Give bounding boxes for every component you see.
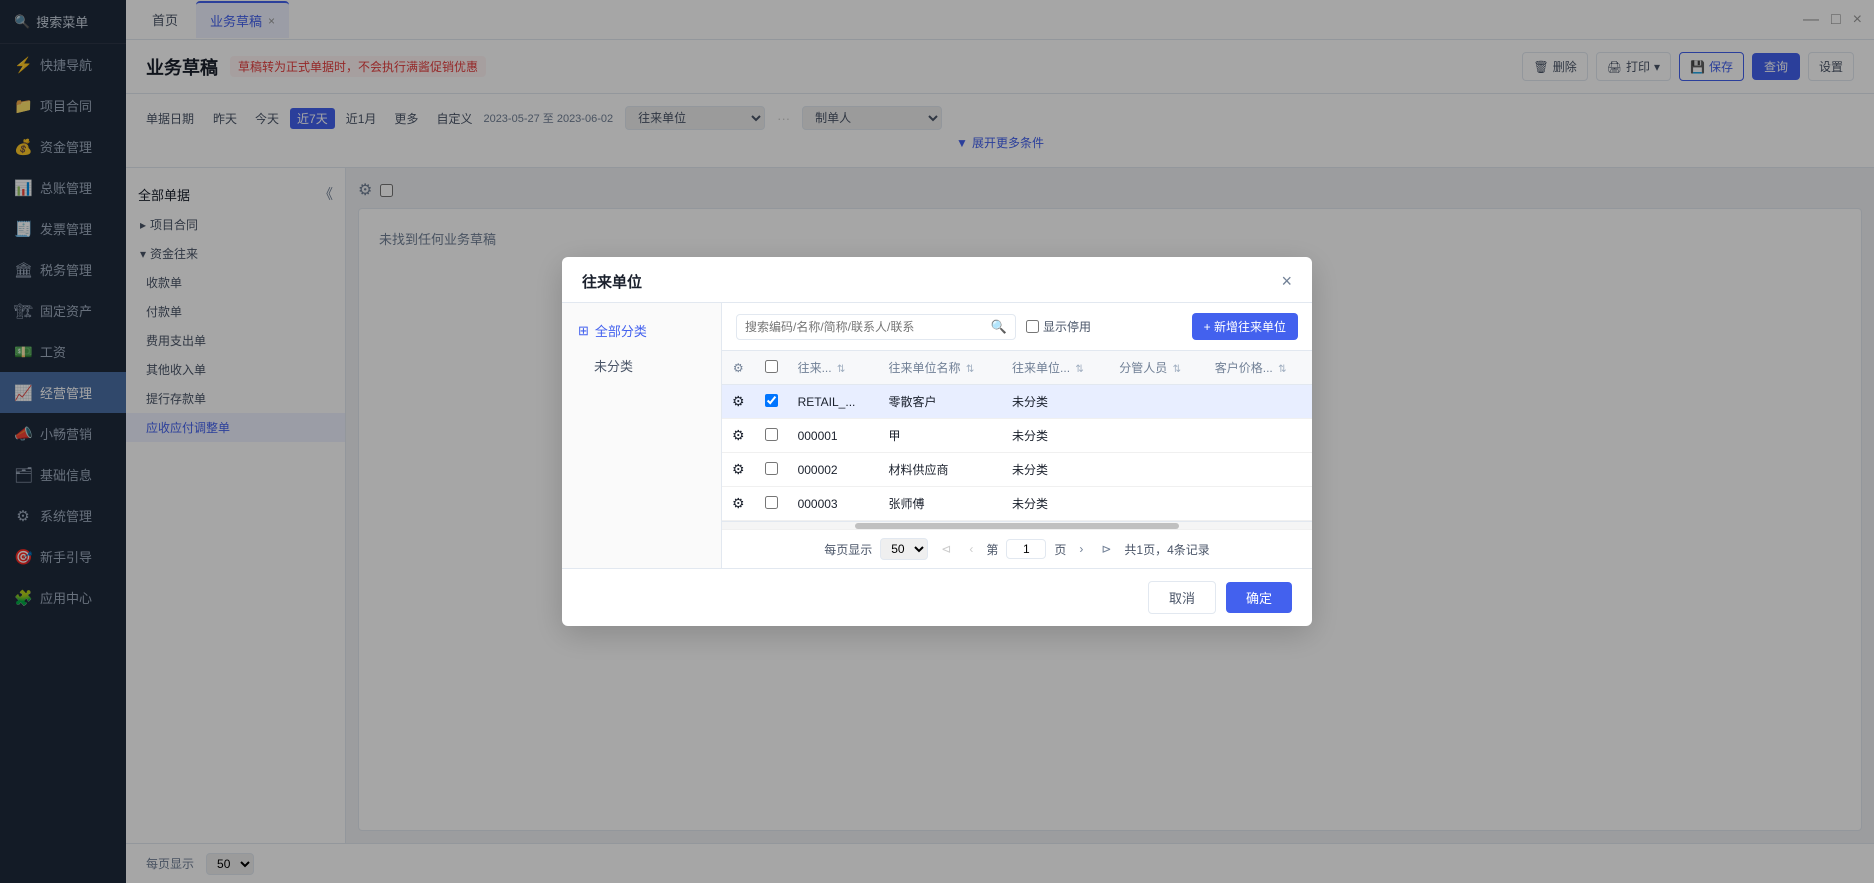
page-suffix: 页 xyxy=(1054,541,1066,558)
page-label: 第 xyxy=(986,541,998,558)
sort-icon-code: ⇅ xyxy=(837,364,845,375)
dialog-nav-uncategorized[interactable]: 未分类 xyxy=(562,348,721,383)
row-name: 张师傅 xyxy=(878,487,1002,521)
sort-icon-category: ⇅ xyxy=(1075,364,1083,375)
dialog-table-row[interactable]: ⚙ 000001 甲 未分类 xyxy=(722,419,1312,453)
cancel-button[interactable]: 取消 xyxy=(1148,581,1216,614)
row-category: 未分类 xyxy=(1002,453,1109,487)
row-code: RETAIL_... xyxy=(788,385,879,419)
dialog-search-input[interactable] xyxy=(745,320,985,334)
row-code: 000003 xyxy=(788,487,879,521)
row-name: 材料供应商 xyxy=(878,453,1002,487)
row-manager xyxy=(1109,385,1205,419)
col-header-category[interactable]: 往来单位... ⇅ xyxy=(1002,351,1109,385)
dialog-table: ⚙ 往来... ⇅ 往来单位名称 ⇅ xyxy=(722,351,1312,521)
confirm-button[interactable]: 确定 xyxy=(1226,582,1292,613)
dialog-search-box[interactable]: 🔍 xyxy=(736,314,1016,340)
col-header-manager[interactable]: 分管人员 ⇅ xyxy=(1109,351,1205,385)
search-icon: 🔍 xyxy=(991,319,1007,335)
col-header-price[interactable]: 客户价格... ⇅ xyxy=(1205,351,1312,385)
row-checkbox-cell[interactable] xyxy=(755,487,788,521)
dialog-scrollbar[interactable] xyxy=(722,521,1312,529)
col-header-check[interactable] xyxy=(755,351,788,385)
row-manager xyxy=(1109,419,1205,453)
dialog-footer: 取消 确定 xyxy=(562,568,1312,626)
dialog-header: 往来单位 × xyxy=(562,257,1312,303)
row-settings-icon: ⚙ xyxy=(722,487,755,521)
row-price xyxy=(1205,453,1312,487)
row-category: 未分类 xyxy=(1002,419,1109,453)
row-checkbox-cell[interactable] xyxy=(755,419,788,453)
row-category: 未分类 xyxy=(1002,385,1109,419)
row-checkbox[interactable] xyxy=(765,496,778,509)
row-checkbox-cell[interactable] xyxy=(755,385,788,419)
dialog-table-row[interactable]: ⚙ 000002 材料供应商 未分类 xyxy=(722,453,1312,487)
scrollbar-thumb xyxy=(855,523,1180,529)
select-all-dialog-checkbox[interactable] xyxy=(765,360,778,373)
col-header-name[interactable]: 往来单位名称 ⇅ xyxy=(878,351,1002,385)
row-price xyxy=(1205,419,1312,453)
show-disabled-label[interactable]: 显示停用 xyxy=(1026,318,1091,335)
total-records: 共1页，4条记录 xyxy=(1124,541,1209,558)
row-category: 未分类 xyxy=(1002,487,1109,521)
sort-icon-name: ⇅ xyxy=(966,364,974,375)
dialog-table-row[interactable]: ⚙ RETAIL_... 零散客户 未分类 xyxy=(722,385,1312,419)
first-page-btn[interactable]: ⊲ xyxy=(936,540,956,558)
row-checkbox[interactable] xyxy=(765,394,778,407)
last-page-btn[interactable]: ⊳ xyxy=(1096,540,1116,558)
page-input[interactable] xyxy=(1006,539,1046,559)
col-header-code[interactable]: 往来... ⇅ xyxy=(788,351,879,385)
new-partner-button[interactable]: + 新增往来单位 xyxy=(1192,313,1298,340)
row-checkbox-cell[interactable] xyxy=(755,453,788,487)
dialog-nav-all[interactable]: ⊞ 全部分类 xyxy=(562,313,721,348)
dialog-close-button[interactable]: × xyxy=(1281,271,1292,292)
show-disabled-checkbox[interactable] xyxy=(1026,320,1039,333)
row-settings-icon: ⚙ xyxy=(722,453,755,487)
dialog-left-nav: ⊞ 全部分类 未分类 xyxy=(562,303,722,568)
settings-icon: ⚙ xyxy=(733,361,744,375)
dialog-table-header-row: ⚙ 往来... ⇅ 往来单位名称 ⇅ xyxy=(722,351,1312,385)
row-price xyxy=(1205,487,1312,521)
row-code: 000002 xyxy=(788,453,879,487)
dialog-body: ⊞ 全部分类 未分类 🔍 显示停用 xyxy=(562,303,1312,568)
row-settings-icon: ⚙ xyxy=(722,385,755,419)
row-code: 000001 xyxy=(788,419,879,453)
row-checkbox[interactable] xyxy=(765,428,778,441)
row-checkbox[interactable] xyxy=(765,462,778,475)
dialog-title: 往来单位 xyxy=(582,271,642,292)
grid-icon: ⊞ xyxy=(578,323,589,339)
sort-icon-price: ⇅ xyxy=(1278,364,1286,375)
dialog-table-row[interactable]: ⚙ 000003 张师傅 未分类 xyxy=(722,487,1312,521)
col-header-settings[interactable]: ⚙ xyxy=(722,351,755,385)
modal-overlay[interactable]: 往来单位 × ⊞ 全部分类 未分类 🔍 xyxy=(0,0,1874,883)
row-manager xyxy=(1109,487,1205,521)
dialog-table-wrap: ⚙ 往来... ⇅ 往来单位名称 ⇅ xyxy=(722,351,1312,521)
row-price xyxy=(1205,385,1312,419)
per-page-label: 每页显示 xyxy=(824,541,872,558)
prev-page-btn[interactable]: ‹ xyxy=(964,540,978,558)
dialog-right: 🔍 显示停用 + 新增往来单位 ⚙ xyxy=(722,303,1312,568)
row-name: 甲 xyxy=(878,419,1002,453)
next-page-btn[interactable]: › xyxy=(1074,540,1088,558)
dialog-right-toolbar: 🔍 显示停用 + 新增往来单位 xyxy=(722,303,1312,351)
dialog-pagination: 每页显示 50 ⊲ ‹ 第 页 › ⊳ 共1页，4条记录 xyxy=(722,529,1312,568)
sort-icon-manager: ⇅ xyxy=(1173,364,1181,375)
row-settings-icon: ⚙ xyxy=(722,419,755,453)
row-name: 零散客户 xyxy=(878,385,1002,419)
partner-dialog: 往来单位 × ⊞ 全部分类 未分类 🔍 xyxy=(562,257,1312,626)
per-page-select[interactable]: 50 xyxy=(880,538,928,560)
row-manager xyxy=(1109,453,1205,487)
